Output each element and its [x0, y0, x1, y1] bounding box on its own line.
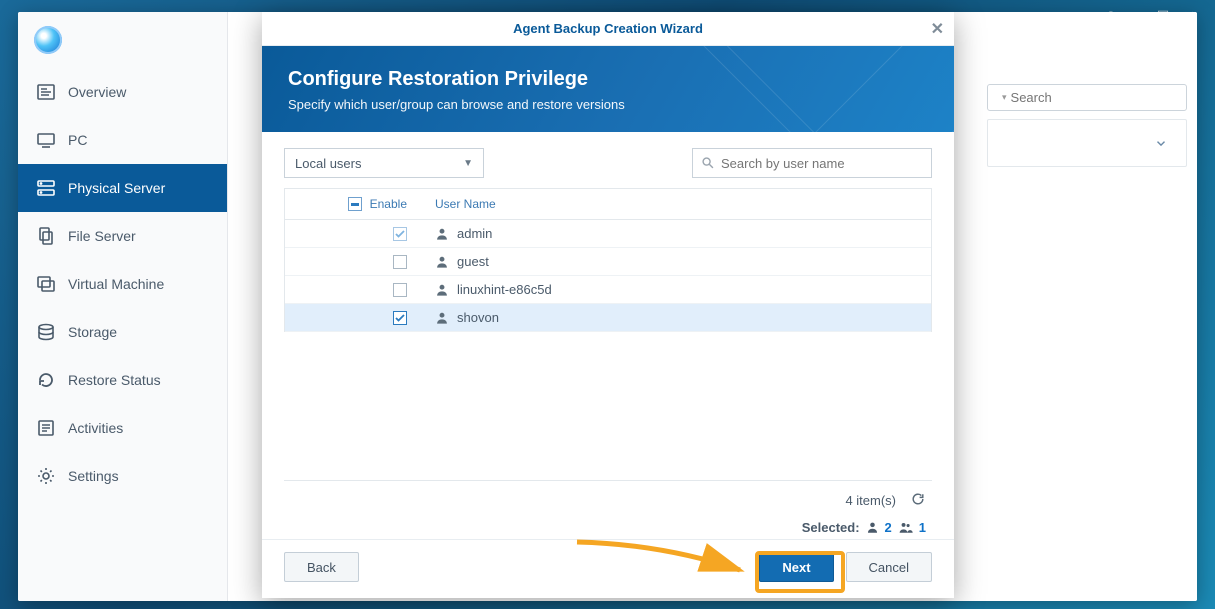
dialog-close-button[interactable]: ✕ — [931, 19, 944, 39]
sidebar: Overview PC Physical Server File Server — [18, 12, 228, 601]
dialog-header: Configure Restoration Privilege Specify … — [262, 46, 954, 132]
wizard-dialog: Agent Backup Creation Wizard ✕ Configure… — [262, 12, 954, 598]
selected-label: Selected: — [802, 520, 860, 535]
sidebar-item-label: Restore Status — [68, 372, 161, 388]
user-name: guest — [457, 254, 489, 269]
sidebar-item-label: Settings — [68, 468, 119, 484]
sidebar-item-storage[interactable]: Storage — [18, 308, 227, 356]
sidebar-item-overview[interactable]: Overview — [18, 68, 227, 116]
overview-icon — [36, 82, 56, 102]
server-icon — [36, 178, 56, 198]
sidebar-item-file-server[interactable]: File Server — [18, 212, 227, 260]
restore-icon — [36, 370, 56, 390]
sidebar-item-physical-server[interactable]: Physical Server — [18, 164, 227, 212]
user-name: admin — [457, 226, 492, 241]
sidebar-item-label: Virtual Machine — [68, 276, 164, 292]
user-name: linuxhint-e86c5d — [457, 282, 552, 297]
col-user[interactable]: User Name — [425, 189, 931, 219]
vm-icon — [36, 274, 56, 294]
search-icon — [701, 156, 715, 170]
next-button[interactable]: Next — [759, 552, 833, 582]
refresh-icon — [910, 491, 926, 507]
user-icon — [435, 311, 449, 325]
col-enable[interactable]: Enable — [285, 189, 425, 219]
sidebar-item-label: Overview — [68, 84, 126, 100]
sidebar-item-activities[interactable]: Activities — [18, 404, 227, 452]
user-icon — [435, 227, 449, 241]
gear-icon — [36, 466, 56, 486]
enable-checkbox[interactable] — [393, 227, 407, 241]
user-search[interactable] — [692, 148, 932, 178]
sidebar-item-settings[interactable]: Settings — [18, 452, 227, 500]
sidebar-item-label: File Server — [68, 228, 136, 244]
item-count: 4 item(s) — [845, 493, 896, 508]
chevron-down-icon: ▾ — [1002, 92, 1007, 103]
dialog-titlebar: Agent Backup Creation Wizard ✕ — [262, 12, 954, 46]
selected-groups-count: 1 — [919, 520, 926, 535]
selected-users-count: 2 — [885, 520, 892, 535]
storage-icon — [36, 322, 56, 342]
filter-row: Local users ▼ — [284, 148, 932, 178]
table-header: Enable User Name — [285, 189, 931, 220]
cancel-button[interactable]: Cancel — [846, 552, 932, 582]
enable-checkbox[interactable] — [393, 255, 407, 269]
user-icon — [435, 255, 449, 269]
app-logo-icon — [34, 26, 62, 54]
table-row[interactable]: admin — [285, 220, 931, 248]
back-button[interactable]: Back — [284, 552, 359, 582]
sidebar-item-label: Physical Server — [68, 180, 165, 196]
table-row[interactable]: linuxhint-e86c5d — [285, 276, 931, 304]
sidebar-item-pc[interactable]: PC — [18, 116, 227, 164]
sidebar-item-restore-status[interactable]: Restore Status — [18, 356, 227, 404]
enable-checkbox[interactable] — [393, 283, 407, 297]
dialog-header-title: Configure Restoration Privilege — [288, 68, 928, 91]
sidebar-item-label: Activities — [68, 420, 123, 436]
refresh-button[interactable] — [910, 491, 926, 510]
chevron-down-icon — [1154, 136, 1168, 150]
global-search-input[interactable] — [1011, 90, 1187, 105]
chevron-down-icon: ▼ — [463, 158, 473, 169]
right-panel-card[interactable] — [987, 119, 1187, 167]
user-name: shovon — [457, 310, 499, 325]
checkbox-indeterminate-icon[interactable] — [348, 197, 362, 211]
table-row[interactable]: shovon — [285, 304, 931, 332]
group-icon — [898, 521, 913, 534]
activities-icon — [36, 418, 56, 438]
table-row[interactable]: guest — [285, 248, 931, 276]
user-icon — [866, 521, 879, 534]
user-scope-dropdown[interactable]: Local users ▼ — [284, 148, 484, 178]
dialog-title: Agent Backup Creation Wizard — [513, 21, 703, 36]
dialog-header-subtitle: Specify which user/group can browse and … — [288, 97, 928, 112]
user-icon — [435, 283, 449, 297]
pc-icon — [36, 130, 56, 150]
right-pane: ▾ — [987, 84, 1187, 167]
dialog-body: Local users ▼ Enable User Name — [262, 132, 954, 539]
sidebar-item-label: PC — [68, 132, 87, 148]
global-search[interactable]: ▾ — [987, 84, 1187, 111]
sidebar-item-virtual-machine[interactable]: Virtual Machine — [18, 260, 227, 308]
table-footer: 4 item(s) — [284, 480, 932, 516]
selection-summary: Selected: 2 1 — [284, 516, 932, 535]
sidebar-item-label: Storage — [68, 324, 117, 340]
user-search-input[interactable] — [721, 156, 923, 171]
enable-checkbox[interactable] — [393, 311, 407, 325]
dropdown-value: Local users — [295, 156, 361, 171]
col-enable-label: Enable — [370, 197, 407, 211]
file-server-icon — [36, 226, 56, 246]
user-table: Enable User Name admin — [284, 188, 932, 332]
dialog-footer: Back Next Cancel — [262, 539, 954, 598]
